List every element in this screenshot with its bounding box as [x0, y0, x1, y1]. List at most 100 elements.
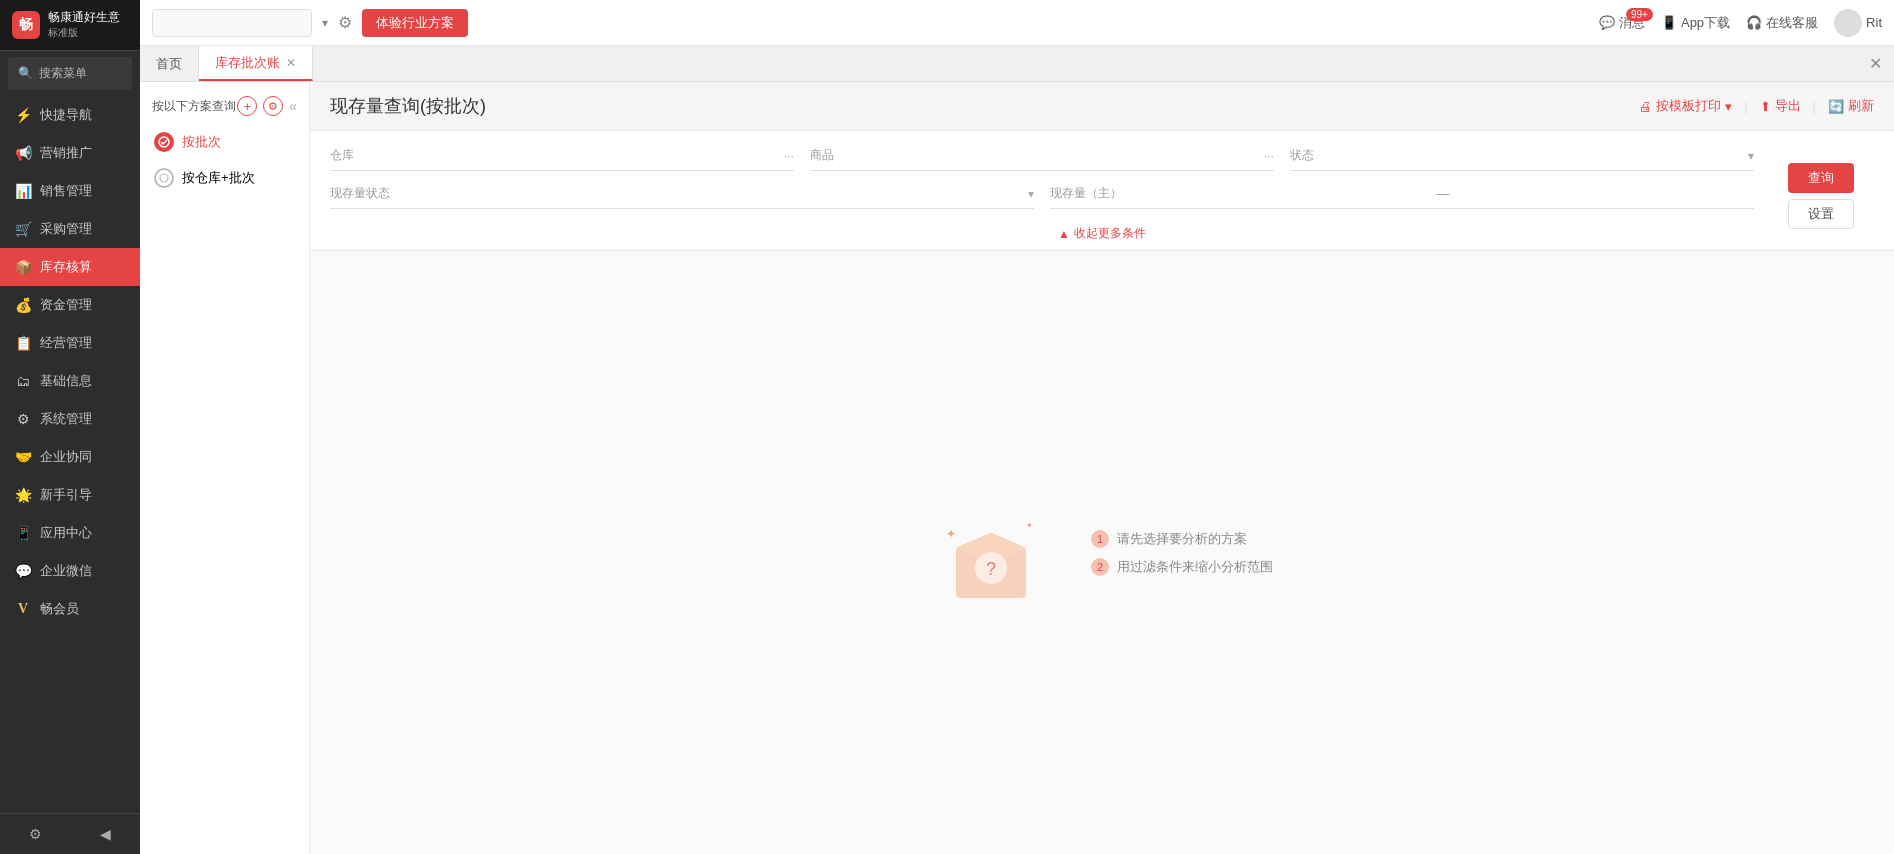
search-actions: 查询 设置 [1788, 163, 1854, 229]
marketing-icon: 📢 [14, 144, 32, 162]
search-form-inner: 仓库 ··· 商品 ··· [330, 147, 1874, 250]
right-content: 现存量查询(按批次) 🖨 按模板打印 ▾ | ⬆ 导出 | 🔄 [310, 82, 1894, 854]
sidebar-item-operations[interactable]: 📋 经营管理 [0, 324, 140, 362]
sidebar-item-purchase[interactable]: 🛒 采购管理 [0, 210, 140, 248]
sidebar-nav: ⚡ 快捷导航 📢 营销推广 📊 销售管理 🛒 采购管理 📦 库存核算 💰 资金管… [0, 96, 140, 813]
tabbar-close-btn[interactable]: ✕ [1857, 54, 1894, 73]
refresh-btn[interactable]: 🔄 刷新 [1828, 97, 1874, 115]
warehouse-input-wrap: 仓库 ··· [330, 147, 794, 171]
stock-status-field: 现存量状态 ▾ [330, 185, 1034, 209]
warehouse-input[interactable] [364, 148, 780, 163]
warehouse-more-btn[interactable]: ··· [784, 149, 794, 163]
stock-status-input-wrap: 现存量状态 ▾ [330, 185, 1034, 209]
tab-batch[interactable]: 库存批次账 ✕ [199, 46, 313, 81]
print-btn[interactable]: 🖨 按模板打印 ▾ [1639, 97, 1732, 115]
filter-batch-icon [154, 132, 174, 152]
export-btn[interactable]: ⬆ 导出 [1760, 97, 1801, 115]
filter-item-warehouse-batch[interactable]: 按仓库+批次 [140, 160, 309, 196]
sidebar-item-wxwork[interactable]: 💬 企业微信 [0, 552, 140, 590]
sidebar-item-newguide[interactable]: 🌟 新手引导 [0, 476, 140, 514]
tip1-text: 请先选择要分析的方案 [1117, 530, 1247, 548]
sidebar-item-label: 应用中心 [40, 524, 92, 542]
stock-amount-from-input[interactable] [1132, 186, 1427, 201]
filter-settings-btn[interactable]: ⚙ [263, 96, 283, 116]
sidebar-logo: 畅 [12, 11, 40, 39]
sidebar-search[interactable]: 🔍 搜索菜单 [8, 57, 132, 90]
sidebar-item-label: 营销推广 [40, 144, 92, 162]
empty-tip-2: 2 用过滤条件来缩小分析范围 [1091, 558, 1273, 576]
tip2-text: 用过滤条件来缩小分析范围 [1117, 558, 1273, 576]
filter-warehouse-batch-label: 按仓库+批次 [182, 169, 255, 187]
sidebar-item-label: 库存核算 [40, 258, 92, 276]
sidebar-item-system[interactable]: ⚙ 系统管理 [0, 400, 140, 438]
stock-amount-field: 现存量（主） — [1050, 185, 1754, 209]
user-avatar [1834, 9, 1862, 37]
sidebar-item-quicknav[interactable]: ⚡ 快捷导航 [0, 96, 140, 134]
filter-panel: 按以下方案查询 + ⚙ « 按批次 按仓库+批次 [140, 82, 310, 854]
stock-amount-label: 现存量（主） [1050, 185, 1122, 202]
print-dropdown-icon[interactable]: ▾ [1725, 99, 1732, 114]
query-btn[interactable]: 查询 [1788, 163, 1854, 193]
sidebar-item-label: 企业微信 [40, 562, 92, 580]
topbar-search-input[interactable] [152, 9, 312, 37]
trial-btn[interactable]: 体验行业方案 [362, 9, 468, 37]
settings-bottom-btn[interactable]: ⚙ [21, 822, 50, 846]
sidebar-item-inventory[interactable]: 📦 库存核算 [0, 248, 140, 286]
brand-edition: 标准版 [48, 26, 120, 40]
basic-icon: 🗂 [14, 372, 32, 390]
collapse-sidebar-btn[interactable]: ◀ [92, 822, 119, 846]
tab-close-btn[interactable]: ✕ [286, 57, 296, 69]
collapse-bar[interactable]: ▲ 收起更多条件 [330, 217, 1874, 250]
sidebar-item-collab[interactable]: 🤝 企业协同 [0, 438, 140, 476]
sidebar-item-sales[interactable]: 📊 销售管理 [0, 172, 140, 210]
settings-form-btn[interactable]: 设置 [1788, 199, 1854, 229]
status-input-wrap: 状态 ▾ [1290, 147, 1754, 171]
product-label: 商品 [810, 147, 834, 164]
svg-text:✦: ✦ [1026, 521, 1033, 530]
topbar-gear-icon[interactable]: ⚙ [338, 13, 352, 32]
filter-panel-title: 按以下方案查询 [152, 98, 236, 115]
empty-tips: 1 请先选择要分析的方案 2 用过滤条件来缩小分析范围 [1091, 530, 1273, 576]
sidebar-item-label: 采购管理 [40, 220, 92, 238]
export-icon: ⬆ [1760, 99, 1771, 114]
empty-state: ? ✦ ✦ 1 请先选择要分析的方案 2 [310, 251, 1894, 854]
filter-item-batch[interactable]: 按批次 [140, 124, 309, 160]
service-btn[interactable]: 🎧 在线客服 [1746, 14, 1818, 32]
app-download-btn[interactable]: 📱 App下载 [1661, 14, 1730, 32]
sidebar-item-marketing[interactable]: 📢 营销推广 [0, 134, 140, 172]
sidebar-item-finance[interactable]: 💰 资金管理 [0, 286, 140, 324]
messages-badge: 99+ [1626, 8, 1653, 21]
user-menu[interactable]: Rit [1834, 9, 1882, 37]
filter-panel-collapse-btn[interactable]: « [289, 98, 297, 114]
stock-amount-to-input[interactable] [1460, 186, 1755, 201]
sidebar-bottom: ⚙ ◀ [0, 813, 140, 854]
filter-add-btn[interactable]: + [237, 96, 257, 116]
sidebar-item-basic[interactable]: 🗂 基础信息 [0, 362, 140, 400]
warehouse-label: 仓库 [330, 147, 354, 164]
empty-illustration: ? ✦ ✦ [931, 493, 1051, 613]
status-dropdown-arrow[interactable]: ▾ [1748, 149, 1754, 163]
stock-status-dropdown-arrow[interactable]: ▾ [1028, 187, 1034, 201]
inventory-icon: 📦 [14, 258, 32, 276]
tab-home[interactable]: 首页 [140, 46, 199, 81]
stock-status-label: 现存量状态 [330, 185, 390, 202]
tab-home-label: 首页 [156, 55, 182, 73]
status-field: 状态 ▾ [1290, 147, 1754, 171]
product-more-btn[interactable]: ··· [1264, 149, 1274, 163]
product-input[interactable] [844, 148, 1260, 163]
sidebar-item-label: 企业协同 [40, 448, 92, 466]
sidebar-item-label: 经营管理 [40, 334, 92, 352]
sidebar-item-vip[interactable]: V 畅会员 [0, 590, 140, 628]
sidebar-item-appstore[interactable]: 📱 应用中心 [0, 514, 140, 552]
sidebar-item-label: 新手引导 [40, 486, 92, 504]
tab-batch-label: 库存批次账 [215, 54, 280, 72]
topbar-right: 💬 消息 99+ 📱 App下载 🎧 在线客服 Rit [1599, 9, 1882, 37]
product-field: 商品 ··· [810, 147, 1274, 171]
topbar-dropdown-arrow[interactable]: ▾ [322, 16, 328, 30]
sidebar-item-label: 基础信息 [40, 372, 92, 390]
finance-icon: 💰 [14, 296, 32, 314]
main-area: ▾ ⚙ 体验行业方案 💬 消息 99+ 📱 App下载 🎧 在线客服 Rit [140, 0, 1894, 854]
newguide-icon: 🌟 [14, 486, 32, 504]
messages-btn[interactable]: 💬 消息 99+ [1599, 14, 1645, 32]
search-form: 仓库 ··· 商品 ··· [310, 131, 1894, 251]
